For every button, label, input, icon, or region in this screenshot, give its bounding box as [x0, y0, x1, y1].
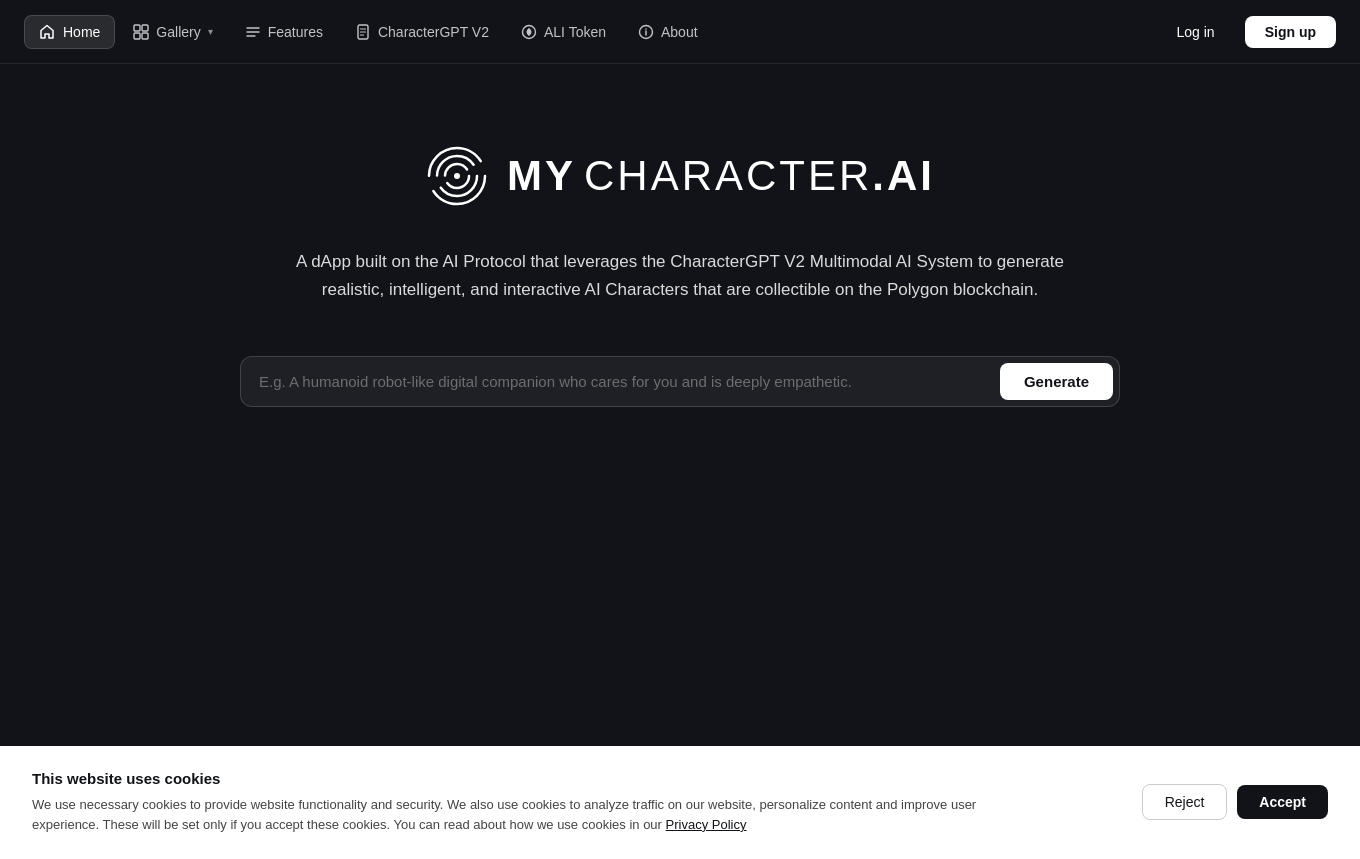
nav-home-button[interactable]: Home [24, 15, 115, 49]
hero-subtitle: A dApp built on the AI Protocol that lev… [290, 248, 1070, 304]
nav-charactergpt-button[interactable]: CharacterGPT V2 [341, 16, 503, 48]
svg-rect-0 [134, 25, 140, 31]
nav-gallery-button[interactable]: Gallery ▾ [119, 16, 226, 48]
nav-charactergpt-label: CharacterGPT V2 [378, 24, 489, 40]
generate-container: Generate [240, 356, 1120, 407]
nav-about-button[interactable]: About [624, 16, 712, 48]
cookie-text-block: This website uses cookies We use necessa… [32, 770, 1118, 835]
character-description-input[interactable] [259, 365, 1000, 398]
main-content: MY CHARACTER .AI A dApp built on the AI … [0, 64, 1360, 407]
cookie-description: We use necessary cookies to provide webs… [32, 795, 1012, 835]
logo-icon [425, 144, 489, 208]
signup-button[interactable]: Sign up [1245, 16, 1336, 48]
home-icon [39, 24, 55, 40]
ali-token-icon [521, 24, 537, 40]
logo-text: MY CHARACTER .AI [507, 152, 935, 200]
svg-rect-3 [142, 33, 148, 39]
nav-features-button[interactable]: Features [231, 16, 337, 48]
cookie-banner: This website uses cookies We use necessa… [0, 746, 1360, 859]
nav-about-label: About [661, 24, 698, 40]
nav-left: Home Gallery ▾ Feat [24, 15, 1151, 49]
nav-right: Log in Sign up [1159, 16, 1336, 48]
features-icon [245, 24, 261, 40]
logo-container: MY CHARACTER .AI [425, 144, 935, 208]
nav-home-label: Home [63, 24, 100, 40]
document-icon [355, 24, 371, 40]
svg-rect-1 [142, 25, 148, 31]
svg-point-14 [645, 28, 647, 30]
accept-button[interactable]: Accept [1237, 785, 1328, 819]
generate-button[interactable]: Generate [1000, 363, 1113, 400]
svg-point-21 [454, 173, 460, 179]
logo-my: MY [507, 152, 576, 200]
nav-features-label: Features [268, 24, 323, 40]
logo-ai: .AI [872, 152, 935, 200]
cookie-title: This website uses cookies [32, 770, 1118, 787]
info-icon [638, 24, 654, 40]
cookie-buttons: Reject Accept [1142, 784, 1328, 820]
nav-ali-token-button[interactable]: ALI Token [507, 16, 620, 48]
navbar: Home Gallery ▾ Feat [0, 0, 1360, 64]
privacy-policy-link[interactable]: Privacy Policy [666, 817, 747, 832]
gallery-icon [133, 24, 149, 40]
nav-gallery-label: Gallery [156, 24, 200, 40]
login-button[interactable]: Log in [1159, 16, 1233, 48]
nav-ali-label: ALI Token [544, 24, 606, 40]
logo-character: CHARACTER [584, 152, 872, 200]
svg-rect-2 [134, 33, 140, 39]
reject-button[interactable]: Reject [1142, 784, 1228, 820]
chevron-down-icon: ▾ [208, 26, 213, 37]
